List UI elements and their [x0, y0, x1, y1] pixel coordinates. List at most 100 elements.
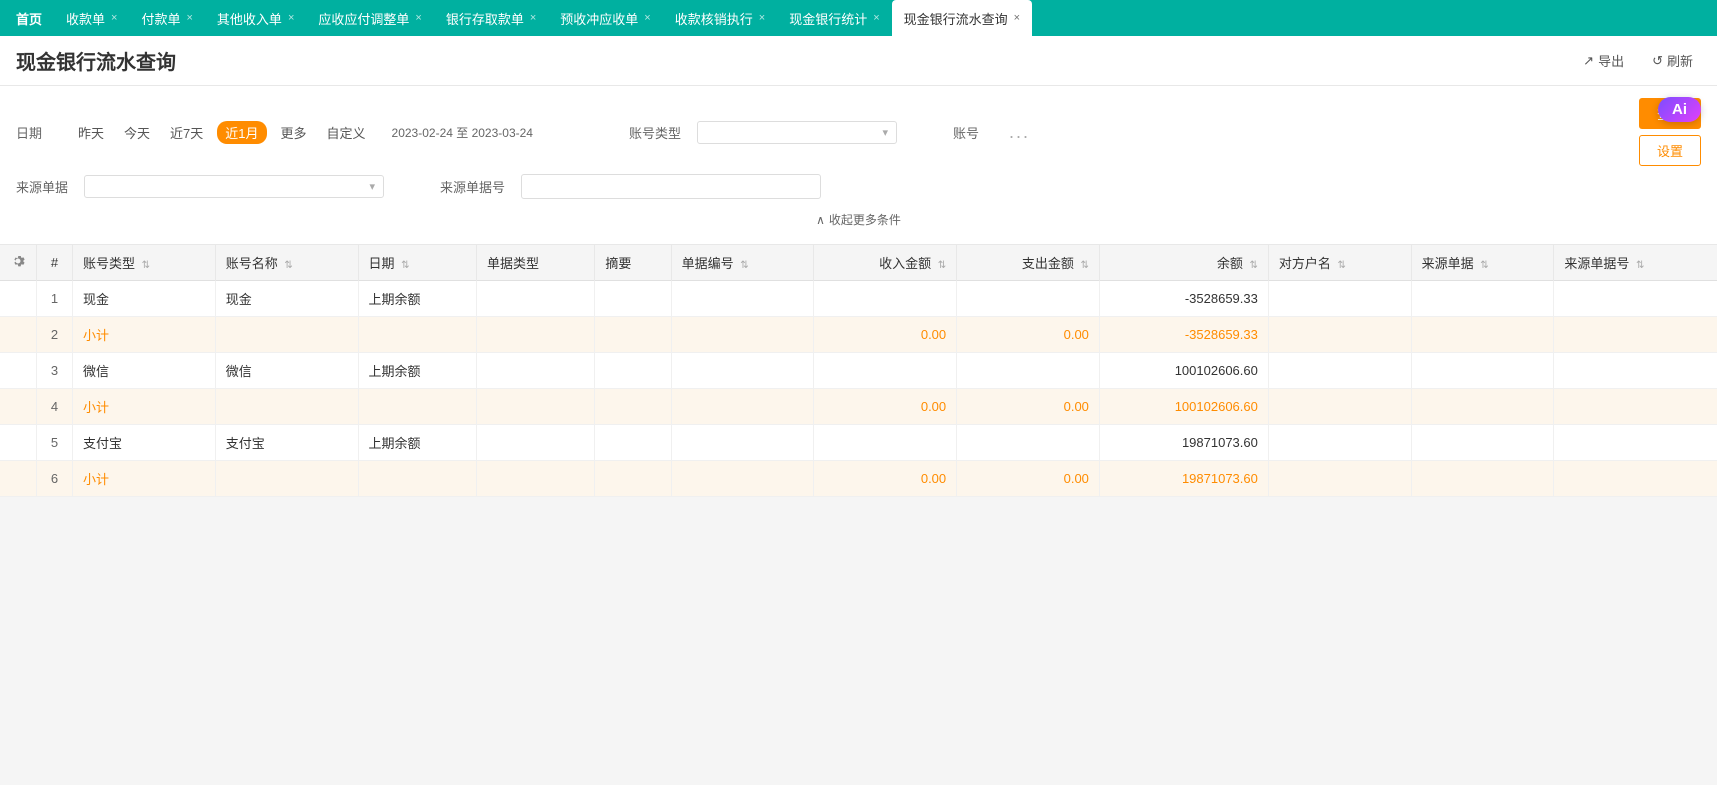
row-number: 3	[37, 353, 73, 389]
row-checkbox	[0, 353, 37, 389]
cell-balance: 19871073.60	[1099, 425, 1268, 461]
table-row[interactable]: 4小计0.000.00100102606.60	[0, 389, 1717, 425]
source-doc-select[interactable]: ▾	[84, 175, 384, 198]
sort-icon: ⇅	[284, 260, 292, 271]
table-container: # 账号类型 ⇅ 账号名称 ⇅ 日期 ⇅ 单据类型 摘要 单据编号 ⇅ 收入金额…	[0, 245, 1717, 497]
cell-doc-type	[476, 461, 594, 497]
table-row[interactable]: 5支付宝支付宝上期余额19871073.60	[0, 425, 1717, 461]
more-dots-icon[interactable]: ...	[1009, 122, 1030, 143]
nav-tab-5[interactable]: 预收冲应收单 ×	[548, 0, 662, 36]
table-row[interactable]: 2小计0.000.00-3528659.33	[0, 317, 1717, 353]
filter-area: 日期 昨天 今天 近7天 近1月 更多 自定义 2023-02-24 至 202…	[0, 86, 1717, 245]
settings-button[interactable]: 设置	[1639, 135, 1701, 166]
cell-summary	[595, 317, 671, 353]
date-opt-more[interactable]: 更多	[275, 121, 313, 144]
cell-source-doc	[1411, 281, 1554, 317]
sort-icon: ⇅	[142, 260, 150, 271]
account-type-select[interactable]: ▾	[697, 121, 897, 144]
date-opt-today[interactable]: 今天	[118, 121, 156, 144]
column-summary[interactable]: 摘要	[595, 245, 671, 281]
cell-income: 0.00	[814, 389, 957, 425]
table-row[interactable]: 3微信微信上期余额100102606.60	[0, 353, 1717, 389]
refresh-icon: ↺	[1652, 53, 1663, 69]
nav-tab-8[interactable]: 现金银行流水查询 ×	[892, 0, 1032, 36]
header-actions: ↗ 导出 ↺ 刷新	[1575, 47, 1701, 74]
close-icon[interactable]: ×	[873, 12, 879, 24]
sort-icon: ⇅	[1636, 260, 1644, 271]
close-icon[interactable]: ×	[759, 12, 765, 24]
cell-doc-no	[671, 461, 814, 497]
nav-tab-4[interactable]: 银行存取款单 ×	[434, 0, 548, 36]
date-opt-7days[interactable]: 近7天	[164, 121, 209, 144]
date-opt-1month[interactable]: 近1月	[217, 121, 266, 144]
cell-account-name	[215, 317, 358, 353]
close-icon[interactable]: ×	[530, 12, 536, 24]
cell-summary	[595, 389, 671, 425]
cell-date	[358, 389, 476, 425]
cell-date: 上期余额	[358, 425, 476, 461]
cell-expense: 0.00	[957, 389, 1100, 425]
close-icon[interactable]: ×	[288, 12, 294, 24]
cell-balance: 19871073.60	[1099, 461, 1268, 497]
cell-balance: 100102606.60	[1099, 389, 1268, 425]
column-expense[interactable]: 支出金额 ⇅	[957, 245, 1100, 281]
nav-tab-2[interactable]: 其他收入单 ×	[205, 0, 306, 36]
column-doc-no[interactable]: 单据编号 ⇅	[671, 245, 814, 281]
close-icon[interactable]: ×	[415, 12, 421, 24]
cell-source-doc	[1411, 389, 1554, 425]
cell-doc-no	[671, 353, 814, 389]
source-doc-label: 来源单据	[16, 177, 68, 196]
date-opt-custom[interactable]: 自定义	[321, 121, 372, 144]
date-label: 日期	[16, 123, 56, 142]
nav-tab-1[interactable]: 付款单 ×	[129, 0, 204, 36]
source-doc-num-label: 来源单据号	[440, 177, 505, 196]
date-opt-yesterday[interactable]: 昨天	[72, 121, 110, 144]
nav-tab-6[interactable]: 收款核销执行 ×	[663, 0, 777, 36]
close-icon[interactable]: ×	[111, 12, 117, 24]
column-account-type[interactable]: 账号类型 ⇅	[73, 245, 216, 281]
filter-row-1: 日期 昨天 今天 近7天 近1月 更多 自定义 2023-02-24 至 202…	[16, 98, 1701, 166]
nav-tab-0[interactable]: 收款单 ×	[54, 0, 129, 36]
cell-doc-type	[476, 425, 594, 461]
cell-summary	[595, 281, 671, 317]
cell-source-doc-no	[1554, 425, 1717, 461]
close-icon[interactable]: ×	[186, 12, 192, 24]
cell-expense: 0.00	[957, 317, 1100, 353]
source-doc-num-input[interactable]	[521, 174, 821, 199]
export-button[interactable]: ↗ 导出	[1575, 47, 1632, 74]
sort-icon: ⇅	[401, 260, 409, 271]
sort-icon: ⇅	[740, 260, 748, 271]
cell-summary	[595, 353, 671, 389]
cell-source-doc-no	[1554, 353, 1717, 389]
chevron-up-icon: ∧	[816, 213, 825, 227]
column-source-doc-no[interactable]: 来源单据号 ⇅	[1554, 245, 1717, 281]
column-gear[interactable]	[0, 245, 37, 281]
cell-doc-no	[671, 281, 814, 317]
table-header-row: # 账号类型 ⇅ 账号名称 ⇅ 日期 ⇅ 单据类型 摘要 单据编号 ⇅ 收入金额…	[0, 245, 1717, 281]
column-source-doc[interactable]: 来源单据 ⇅	[1411, 245, 1554, 281]
column-balance[interactable]: 余额 ⇅	[1099, 245, 1268, 281]
cell-doc-type	[476, 281, 594, 317]
nav-tab-3[interactable]: 应收应付调整单 ×	[306, 0, 433, 36]
refresh-button[interactable]: ↺ 刷新	[1644, 47, 1701, 74]
column-income[interactable]: 收入金额 ⇅	[814, 245, 957, 281]
ai-badge[interactable]: Ai	[1658, 97, 1701, 122]
close-icon[interactable]: ×	[1014, 12, 1020, 24]
nav-home[interactable]: 首页	[4, 0, 54, 36]
cell-doc-type	[476, 353, 594, 389]
page-title: 现金银行流水查询	[16, 46, 176, 75]
close-icon[interactable]: ×	[644, 12, 650, 24]
collapse-bar[interactable]: ∧ 收起更多条件	[16, 207, 1701, 232]
table-row[interactable]: 6小计0.000.0019871073.60	[0, 461, 1717, 497]
account-type-label: 账号类型	[629, 123, 681, 142]
cell-date	[358, 317, 476, 353]
nav-tab-7[interactable]: 现金银行统计 ×	[777, 0, 891, 36]
cell-counterparty	[1268, 353, 1411, 389]
export-icon: ↗	[1583, 53, 1594, 69]
column-doc-type[interactable]: 单据类型	[476, 245, 594, 281]
column-counterparty[interactable]: 对方户名 ⇅	[1268, 245, 1411, 281]
cell-doc-no	[671, 389, 814, 425]
column-date[interactable]: 日期 ⇅	[358, 245, 476, 281]
column-account-name[interactable]: 账号名称 ⇅	[215, 245, 358, 281]
table-row[interactable]: 1现金现金上期余额-3528659.33	[0, 281, 1717, 317]
